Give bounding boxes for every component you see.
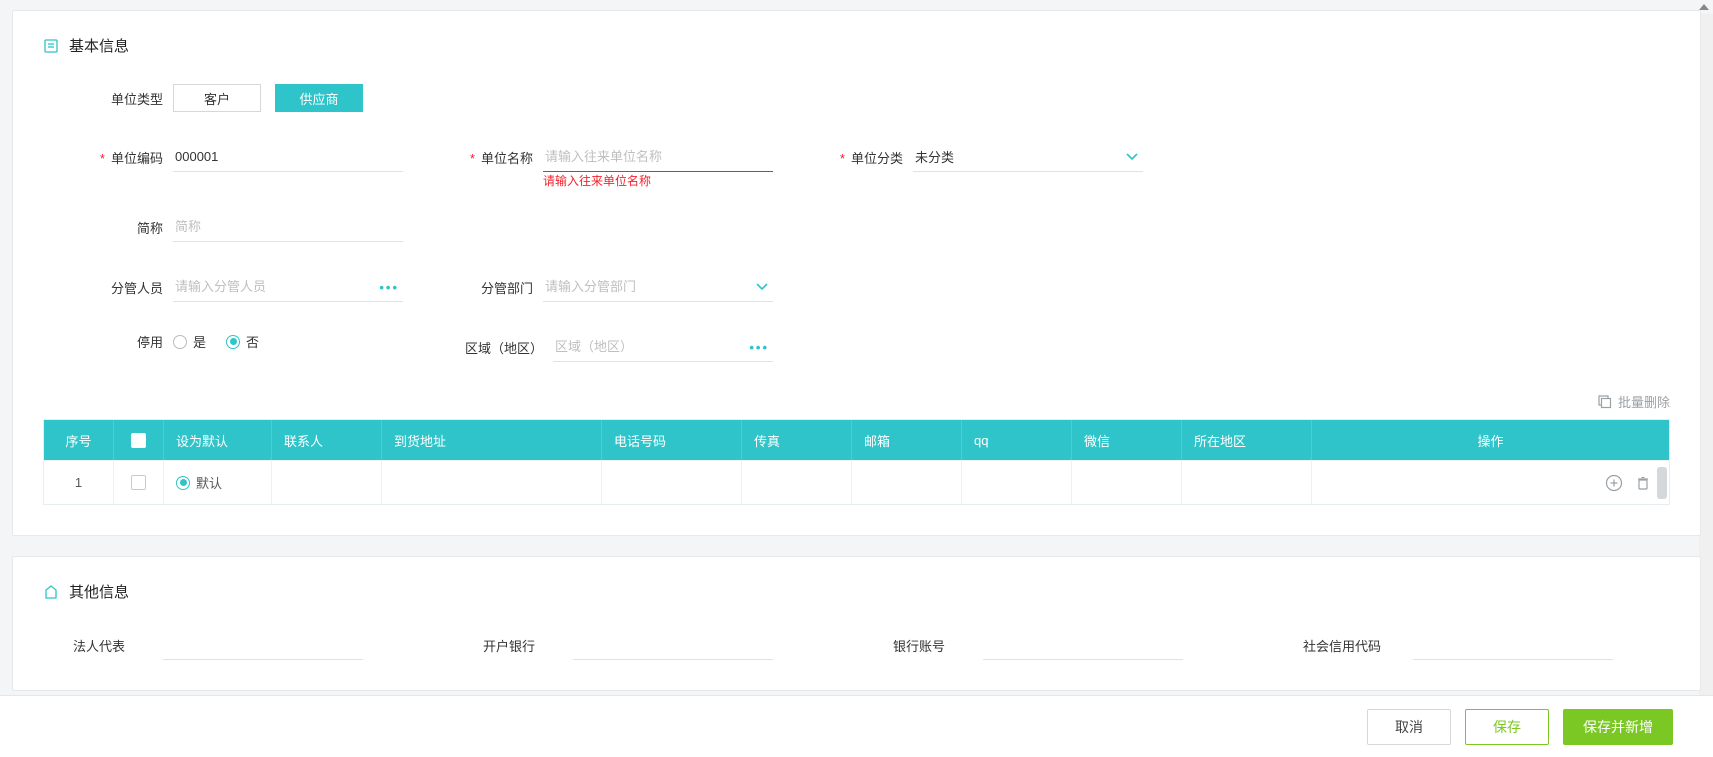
disable-yes-radio[interactable]: 是	[173, 332, 206, 351]
contacts-table: 序号 设为默认 联系人 到货地址 电话号码 传真 邮箱 qq 微信 所在地区 操…	[43, 419, 1670, 505]
cell-region[interactable]	[1182, 461, 1312, 504]
cell-contact[interactable]	[272, 461, 382, 504]
region-label: 区域（地区）	[443, 338, 543, 357]
section-title-text: 基本信息	[69, 35, 129, 56]
unit-name-label: 单位名称	[443, 148, 533, 167]
default-label: 默认	[196, 473, 222, 492]
footer-bar: 取消 保存 保存并新增	[0, 695, 1713, 757]
radio-checked-icon	[176, 476, 190, 490]
abbr-input[interactable]	[173, 212, 403, 242]
other-info-card: 其他信息 法人代表 开户银行 银行账号 社会信用代码	[12, 556, 1701, 691]
th-index: 序号	[44, 420, 114, 460]
legal-rep-label: 法人代表	[73, 636, 163, 655]
batch-delete-label: 批量删除	[1618, 392, 1670, 411]
th-address: 到货地址	[382, 420, 602, 460]
unit-type-supplier-button[interactable]: 供应商	[275, 84, 363, 112]
region-input[interactable]	[553, 332, 773, 362]
row-abbr: 简称	[73, 212, 1670, 242]
unit-type-customer-button[interactable]: 客户	[173, 84, 261, 112]
th-checkbox[interactable]	[114, 420, 164, 460]
dept-input[interactable]	[543, 272, 773, 302]
cell-default[interactable]: 默认	[164, 461, 272, 504]
drag-handle[interactable]	[1657, 467, 1667, 499]
unit-type-label: 单位类型	[73, 89, 163, 108]
batch-delete-icon	[1597, 394, 1612, 409]
cell-qq[interactable]	[962, 461, 1072, 504]
section-title-text: 其他信息	[69, 581, 129, 602]
radio-icon	[173, 335, 187, 349]
unit-code-input[interactable]	[173, 142, 403, 172]
add-row-button[interactable]	[1605, 474, 1623, 492]
table-row: 1 默认	[44, 460, 1669, 504]
more-icon[interactable]: •••	[379, 280, 399, 295]
th-ops: 操作	[1312, 420, 1669, 460]
th-fax: 传真	[742, 420, 852, 460]
cell-address[interactable]	[382, 461, 602, 504]
row-unit-type: 单位类型 客户 供应商	[73, 84, 1670, 112]
th-contact: 联系人	[272, 420, 382, 460]
bank-input[interactable]	[573, 630, 773, 660]
save-and-new-button[interactable]: 保存并新增	[1563, 709, 1673, 745]
credit-code-label: 社会信用代码	[1303, 636, 1413, 655]
bank-account-label: 银行账号	[893, 636, 983, 655]
bank-label: 开户银行	[483, 636, 573, 655]
radio-yes-label: 是	[193, 332, 206, 351]
cell-index: 1	[44, 461, 114, 504]
basic-info-title: 基本信息	[43, 35, 1670, 56]
cell-phone[interactable]	[602, 461, 742, 504]
delete-row-button[interactable]	[1635, 475, 1651, 491]
form-icon	[43, 38, 59, 54]
manager-label: 分管人员	[73, 278, 163, 297]
th-default: 设为默认	[164, 420, 272, 460]
unit-name-input[interactable]	[543, 142, 773, 172]
unit-code-label: 单位编码	[73, 148, 163, 167]
basic-info-card: 基本信息 单位类型 客户 供应商 单位编码	[12, 10, 1701, 536]
manager-input[interactable]	[173, 272, 403, 302]
unit-category-select[interactable]	[913, 142, 1143, 172]
disable-no-radio[interactable]: 否	[226, 332, 259, 351]
row-disable-region: 停用 是 否 区域（地区）	[73, 332, 1670, 362]
legal-rep-input[interactable]	[163, 630, 363, 660]
row-manager-dept: 分管人员 ••• 分管部门	[73, 272, 1670, 302]
page-root: 基本信息 单位类型 客户 供应商 单位编码	[0, 0, 1713, 757]
credit-code-input[interactable]	[1413, 630, 1613, 660]
disable-label: 停用	[73, 332, 163, 351]
row-code-name-category: 单位编码 单位名称 请输入往来单位名称 单位分类	[73, 142, 1670, 172]
unit-category-label: 单位分类	[813, 148, 903, 167]
other-info-title: 其他信息	[43, 581, 1670, 602]
th-phone: 电话号码	[602, 420, 742, 460]
abbr-label: 简称	[73, 218, 163, 237]
table-header: 序号 设为默认 联系人 到货地址 电话号码 传真 邮箱 qq 微信 所在地区 操…	[44, 420, 1669, 460]
info-icon	[43, 584, 59, 600]
cell-fax[interactable]	[742, 461, 852, 504]
checkbox-icon	[131, 475, 146, 490]
unit-name-error: 请输入往来单位名称	[543, 172, 651, 189]
bank-account-input[interactable]	[983, 630, 1183, 660]
other-fields-row: 法人代表 开户银行 银行账号 社会信用代码	[43, 630, 1670, 660]
radio-no-label: 否	[246, 332, 259, 351]
cell-checkbox[interactable]	[114, 461, 164, 504]
th-wechat: 微信	[1072, 420, 1182, 460]
checkbox-icon	[131, 433, 146, 448]
th-qq: qq	[962, 420, 1072, 460]
cell-email[interactable]	[852, 461, 962, 504]
dept-label: 分管部门	[443, 278, 533, 297]
cell-wechat[interactable]	[1072, 461, 1182, 504]
more-icon[interactable]: •••	[749, 340, 769, 355]
batch-delete-button[interactable]: 批量删除	[43, 392, 1670, 411]
cancel-button[interactable]: 取消	[1367, 709, 1451, 745]
save-button[interactable]: 保存	[1465, 709, 1549, 745]
th-region: 所在地区	[1182, 420, 1312, 460]
radio-checked-icon	[226, 335, 240, 349]
th-email: 邮箱	[852, 420, 962, 460]
